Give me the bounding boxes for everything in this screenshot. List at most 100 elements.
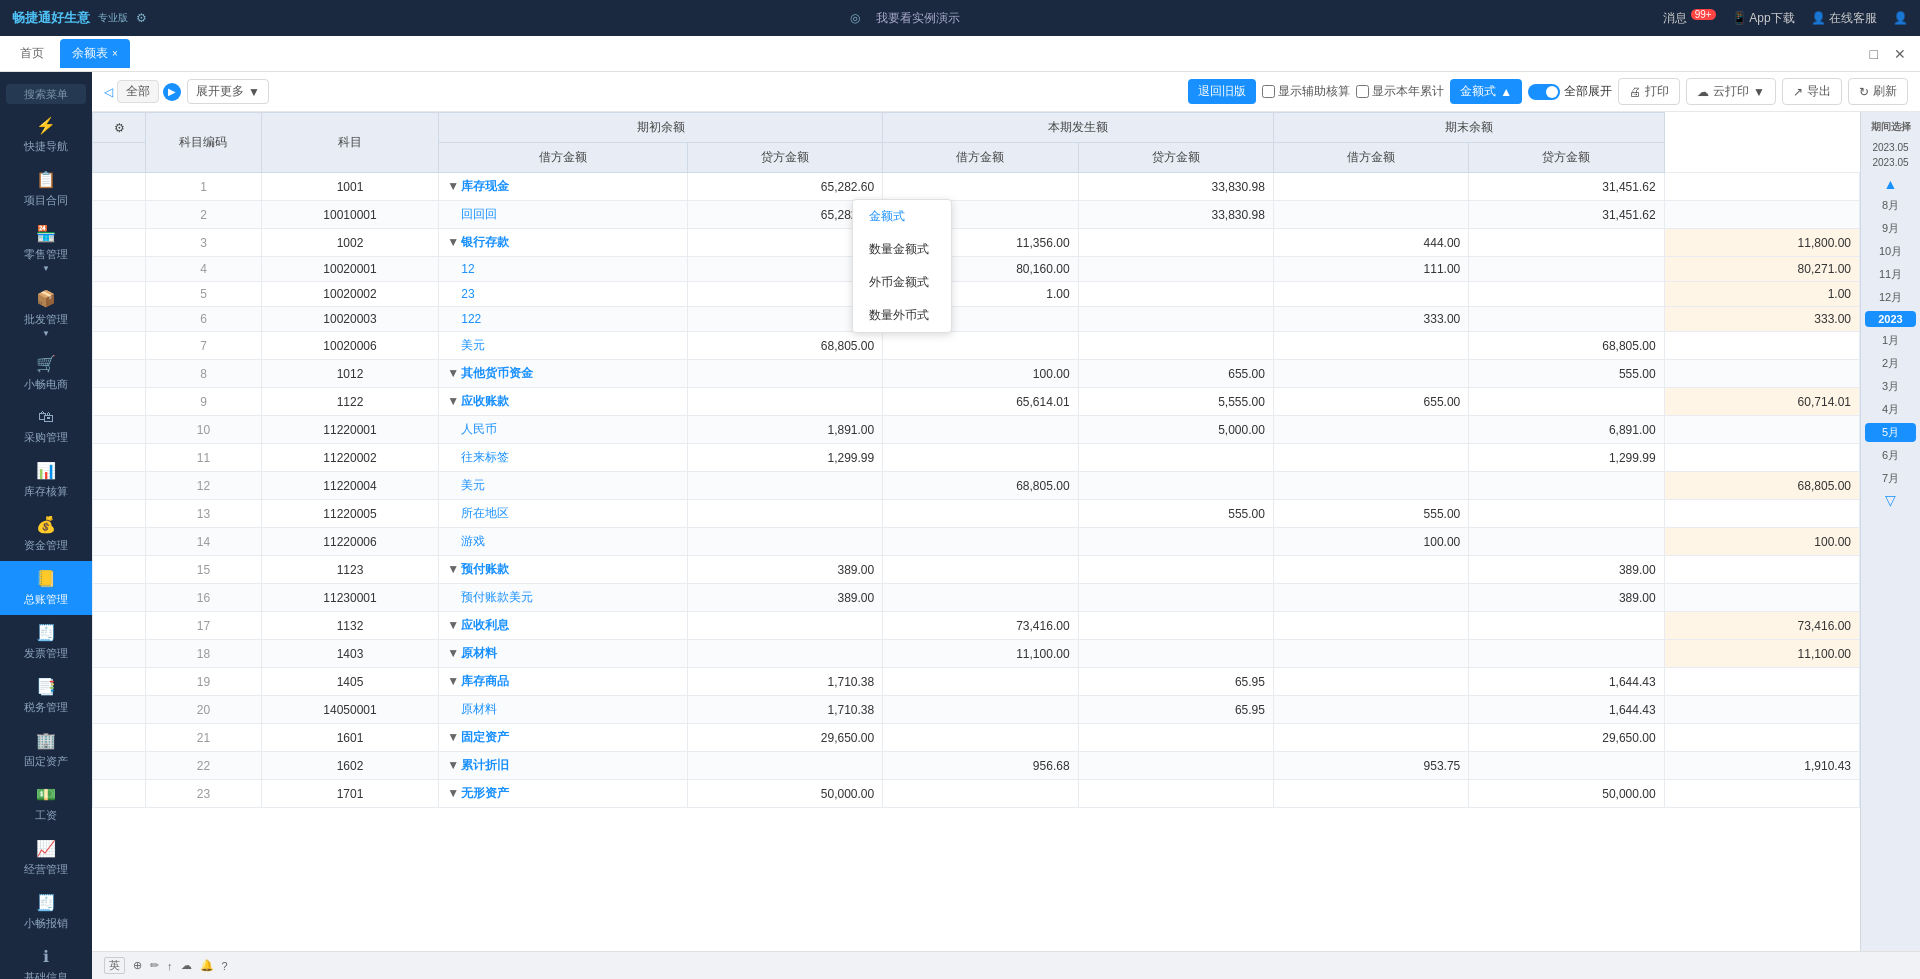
period-2[interactable]: 2月: [1865, 354, 1916, 373]
row-name-cell[interactable]: 23: [439, 282, 688, 307]
cloud-print-btn[interactable]: ☁ 云打印 ▼: [1686, 78, 1776, 105]
sidebar-item-accounting[interactable]: 📒 总账管理: [0, 561, 92, 615]
dropdown-item-quantity-amount[interactable]: 数量金额式: [853, 233, 951, 266]
tab-close-btn[interactable]: ×: [112, 48, 118, 59]
dropdown-item-amount[interactable]: 金额式: [853, 200, 951, 233]
sidebar-item-assets[interactable]: 🏢 固定资产: [0, 723, 92, 777]
row-name-cell[interactable]: ▼库存现金: [439, 173, 688, 201]
period-11[interactable]: 11月: [1865, 265, 1916, 284]
row-name-cell[interactable]: 原材料: [439, 696, 688, 724]
sidebar-item-operation[interactable]: 📈 经营管理: [0, 831, 92, 885]
show-ytd-label[interactable]: 显示本年累计: [1356, 83, 1444, 100]
row-name-cell[interactable]: 往来标签: [439, 444, 688, 472]
period-3[interactable]: 3月: [1865, 377, 1916, 396]
row-name-cell[interactable]: 回回回: [439, 201, 688, 229]
period-12[interactable]: 12月: [1865, 288, 1916, 307]
period-scroll-down-btn[interactable]: ▽: [1885, 492, 1896, 508]
period-5[interactable]: 5月: [1865, 423, 1916, 442]
sidebar-item-invoice[interactable]: 🧾 发票管理: [0, 615, 92, 669]
row-name-cell[interactable]: 美元: [439, 472, 688, 500]
row-name-cell[interactable]: ▼其他货币资金: [439, 360, 688, 388]
service-btn[interactable]: 👤 在线客服: [1811, 10, 1877, 27]
dropdown-item-quantity-foreign[interactable]: 数量外币式: [853, 299, 951, 332]
status-sync-icon[interactable]: ↑: [167, 960, 173, 972]
sidebar-item-basic[interactable]: ℹ 基础信息: [0, 939, 92, 979]
message-btn[interactable]: 消息 99+: [1663, 10, 1715, 27]
expand-all-toggle[interactable]: 全部展开: [1528, 83, 1612, 100]
period-2023[interactable]: 2023: [1865, 311, 1916, 327]
sidebar-item-purchase[interactable]: 🛍 采购管理: [0, 400, 92, 453]
user-btn[interactable]: 👤: [1893, 11, 1908, 25]
period-7[interactable]: 7月: [1865, 469, 1916, 488]
row-credit-opening-cell: [883, 668, 1078, 696]
status-lang[interactable]: 英: [104, 957, 125, 974]
row-name-cell[interactable]: 美元: [439, 332, 688, 360]
download-btn[interactable]: 📱 App下载: [1732, 10, 1795, 27]
row-name-cell[interactable]: ▼原材料: [439, 640, 688, 668]
sidebar-item-wholesale[interactable]: 📦 批发管理 ▼: [0, 281, 92, 346]
period-10[interactable]: 10月: [1865, 242, 1916, 261]
row-name-cell[interactable]: ▼累计折旧: [439, 752, 688, 780]
sidebar-item-sales[interactable]: 🧾 小畅报销: [0, 885, 92, 939]
config-icon[interactable]: ⚙: [136, 11, 147, 25]
row-name-cell[interactable]: 游戏: [439, 528, 688, 556]
sidebar-item-tax[interactable]: 📑 税务管理: [0, 669, 92, 723]
show-ytd-checkbox[interactable]: [1356, 85, 1369, 98]
close-window-btn[interactable]: ✕: [1888, 44, 1912, 64]
status-bell-icon[interactable]: 🔔: [200, 959, 214, 972]
row-code-cell: 14050001: [261, 696, 439, 724]
export-btn[interactable]: ↗ 导出: [1782, 78, 1842, 105]
period-9[interactable]: 9月: [1865, 219, 1916, 238]
row-name-cell[interactable]: ▼库存商品: [439, 668, 688, 696]
sidebar-search-input[interactable]: [6, 84, 86, 104]
status-add-icon[interactable]: ⊕: [133, 959, 142, 972]
row-name-cell[interactable]: 预付账款美元: [439, 584, 688, 612]
show-auxiliary-checkbox[interactable]: [1262, 85, 1275, 98]
period-scroll-up-btn[interactable]: ▲: [1884, 176, 1898, 192]
tab-home[interactable]: 首页: [8, 39, 56, 68]
row-credit-current-cell: [1273, 696, 1468, 724]
expand-all-toggle-switch[interactable]: [1528, 84, 1560, 100]
breadcrumb-back-icon[interactable]: ◁: [104, 85, 113, 99]
expand-more-btn[interactable]: 展开更多 ▼: [187, 79, 269, 104]
tab-balance-sheet[interactable]: 余额表 ×: [60, 39, 130, 68]
th-settings[interactable]: ⚙: [93, 113, 146, 143]
demo-link[interactable]: 我要看实例演示: [876, 10, 960, 27]
sidebar-item-quick-nav[interactable]: ⚡ 快捷导航: [0, 108, 92, 162]
sidebar-item-ecommerce[interactable]: 🛒 小畅电商: [0, 346, 92, 400]
row-name-cell[interactable]: ▼固定资产: [439, 724, 688, 752]
period-6[interactable]: 6月: [1865, 446, 1916, 465]
row-name-cell[interactable]: ▼银行存款: [439, 229, 688, 257]
sidebar-item-finance[interactable]: 💰 资金管理: [0, 507, 92, 561]
period-4[interactable]: 4月: [1865, 400, 1916, 419]
row-name-cell[interactable]: ▼无形资产: [439, 780, 688, 808]
sales-label: 小畅报销: [24, 916, 68, 931]
row-name-cell[interactable]: ▼预付账款: [439, 556, 688, 584]
type-dropdown-btn[interactable]: 金额式 ▲: [1450, 79, 1522, 104]
refresh-btn[interactable]: ↻ 刷新: [1848, 78, 1908, 105]
period-8[interactable]: 8月: [1865, 196, 1916, 215]
row-name-cell[interactable]: 人民币: [439, 416, 688, 444]
restore-btn[interactable]: □: [1864, 44, 1884, 64]
row-debit-closing-cell: 1,299.99: [1469, 444, 1664, 472]
period-1[interactable]: 1月: [1865, 331, 1916, 350]
row-settings-cell: [93, 612, 146, 640]
print-btn[interactable]: 🖨 打印: [1618, 78, 1680, 105]
status-cloud-icon[interactable]: ☁: [181, 959, 192, 972]
row-name-cell[interactable]: 122: [439, 307, 688, 332]
row-name-cell[interactable]: ▼应收账款: [439, 388, 688, 416]
show-auxiliary-label[interactable]: 显示辅助核算: [1262, 83, 1350, 100]
status-help-icon[interactable]: ?: [222, 960, 228, 972]
row-name-cell[interactable]: 所在地区: [439, 500, 688, 528]
table-container[interactable]: ⚙ 科目编码 科目 期初余额 本期发生额 期末余额 借方金额 贷方金额 借方金额: [92, 112, 1860, 951]
nav-arrow-btn[interactable]: ▶: [163, 83, 181, 101]
back-old-version-btn[interactable]: 退回旧版: [1188, 79, 1256, 104]
sidebar-item-inventory[interactable]: 📊 库存核算: [0, 453, 92, 507]
sidebar-item-salary[interactable]: 💵 工资: [0, 777, 92, 831]
row-name-cell[interactable]: 12: [439, 257, 688, 282]
sidebar-item-project[interactable]: 📋 项目合同: [0, 162, 92, 216]
sidebar-item-retail[interactable]: 🏪 零售管理 ▼: [0, 216, 92, 281]
dropdown-item-foreign-amount[interactable]: 外币金额式: [853, 266, 951, 299]
row-name-cell[interactable]: ▼应收利息: [439, 612, 688, 640]
status-edit-icon[interactable]: ✏: [150, 959, 159, 972]
